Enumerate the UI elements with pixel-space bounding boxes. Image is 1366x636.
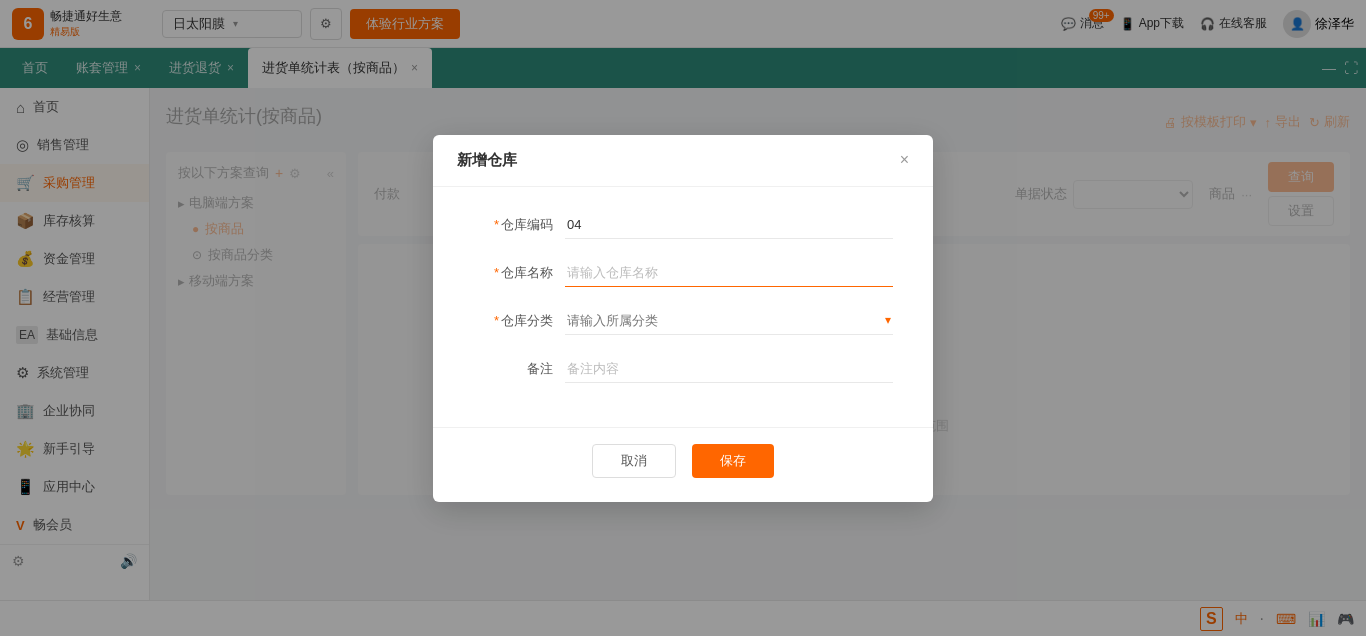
form-row-code: 仓库编码 [473,211,893,239]
form-row-name: 仓库名称 [473,259,893,287]
dialog-header: 新增仓库 × [433,135,933,187]
code-input[interactable] [565,211,893,239]
cancel-button[interactable]: 取消 [592,444,676,478]
dialog-footer: 取消 保存 [433,427,933,502]
new-warehouse-dialog: 新增仓库 × 仓库编码 仓库名称 仓库分类 ▾ [433,135,933,502]
category-label: 仓库分类 [473,312,553,330]
save-button[interactable]: 保存 [692,444,774,478]
category-input[interactable] [567,313,885,328]
name-input[interactable] [565,259,893,287]
remark-label: 备注 [473,360,553,378]
category-dropdown-arrow: ▾ [885,313,891,327]
code-label: 仓库编码 [473,216,553,234]
name-label: 仓库名称 [473,264,553,282]
remark-input[interactable] [565,355,893,383]
form-row-category: 仓库分类 ▾ [473,307,893,335]
dialog-close-btn[interactable]: × [900,151,909,169]
dialog-body: 仓库编码 仓库名称 仓库分类 ▾ 备注 [433,187,933,427]
dialog-title: 新增仓库 [457,151,517,170]
modal-overlay[interactable]: 新增仓库 × 仓库编码 仓库名称 仓库分类 ▾ [0,0,1366,636]
form-row-remark: 备注 [473,355,893,383]
category-select-row[interactable]: ▾ [565,307,893,335]
